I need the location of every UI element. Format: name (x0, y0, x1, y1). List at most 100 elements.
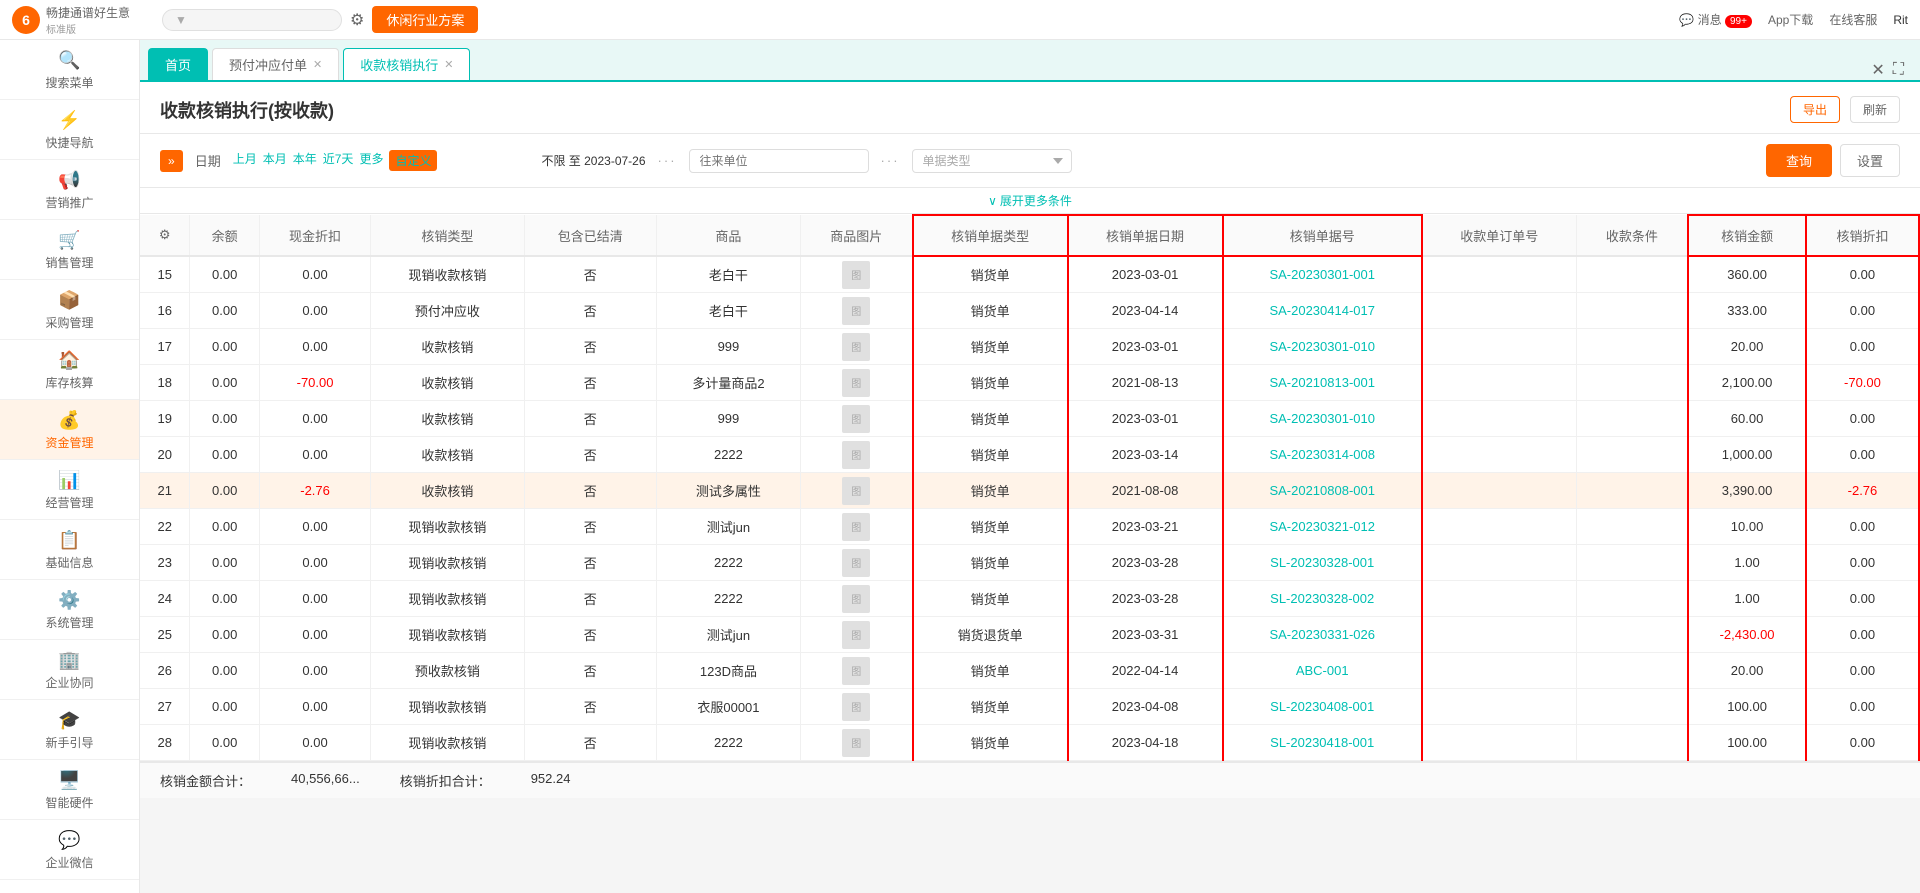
td-verify-bill-no[interactable]: SA-20230301-010 (1223, 401, 1422, 437)
footer-verify-discount-label: 核销折扣合计： (400, 771, 491, 790)
th-verify-discount: 核销折扣 (1806, 215, 1919, 256)
td-verify-bill-no[interactable]: SL-20230408-001 (1223, 689, 1422, 725)
td-include-cleared: 否 (524, 581, 656, 617)
td-verify-type: 现销收款核销 (371, 581, 524, 617)
td-verify-bill-date: 2023-03-21 (1068, 509, 1223, 545)
td-no: 18 (140, 365, 190, 401)
td-no: 27 (140, 689, 190, 725)
tab-prepay-close[interactable]: ✕ (313, 58, 322, 71)
td-verify-bill-no[interactable]: SL-20230328-001 (1223, 545, 1422, 581)
td-no: 17 (140, 329, 190, 365)
td-verify-bill-no[interactable]: SA-20230414-017 (1223, 293, 1422, 329)
td-receipt-condition (1576, 653, 1688, 689)
sidebar-label-search: 搜索菜单 (45, 74, 93, 91)
settings-button[interactable]: 设置 (1840, 144, 1900, 177)
expand-more-button[interactable]: ∨ 展开更多条件 (140, 188, 1920, 213)
filter-last-month[interactable]: 上月 (233, 150, 257, 171)
td-verify-bill-date: 2023-03-01 (1068, 329, 1223, 365)
td-cash-discount: 0.00 (259, 617, 370, 653)
td-verify-bill-no[interactable]: ABC-001 (1223, 653, 1422, 689)
sidebar-item-purchase[interactable]: 📦 采购管理 (0, 280, 139, 340)
tab-receipt-close[interactable]: ✕ (444, 58, 453, 71)
td-no: 26 (140, 653, 190, 689)
from-unit-input[interactable] (689, 149, 869, 173)
td-receipt-order-no (1422, 545, 1576, 581)
tab-receipt[interactable]: 收款核销执行 ✕ (343, 48, 470, 80)
sidebar-item-search[interactable]: 🔍 搜索菜单 (0, 40, 139, 100)
th-verify-type: 核销类型 (371, 215, 524, 256)
td-verify-bill-date: 2023-03-31 (1068, 617, 1223, 653)
tab-home[interactable]: 首页 (148, 48, 208, 80)
sidebar-item-hardware[interactable]: 🖥️ 智能硬件 (0, 760, 139, 820)
td-goods: 测试jun (656, 509, 800, 545)
inventory-icon: 🏠 (58, 350, 80, 371)
td-verify-bill-no[interactable]: SA-20230331-026 (1223, 617, 1422, 653)
filter-more[interactable]: 更多 (359, 150, 383, 171)
filter-this-year[interactable]: 本年 (293, 150, 317, 171)
online-service-link[interactable]: 在线客服 (1829, 11, 1877, 28)
filter-custom-label[interactable]: 自定义 (389, 150, 437, 171)
export-button[interactable]: 导出 (1790, 96, 1840, 123)
sidebar-item-funds[interactable]: 💰 资金管理 (0, 400, 139, 460)
sidebar-item-quick-nav[interactable]: ⚡ 快捷导航 (0, 100, 139, 160)
td-verify-amount: 20.00 (1688, 329, 1806, 365)
filter-this-month[interactable]: 本月 (263, 150, 287, 171)
td-goods-img: 图 (800, 256, 912, 293)
td-verify-amount: 20.00 (1688, 653, 1806, 689)
td-verify-bill-type: 销货单 (913, 509, 1068, 545)
table-container: ⚙ 余额 现金折扣 核销类型 包含已结清 商品 商品图片 核销单据类型 核销单据… (140, 214, 1920, 798)
td-no: 28 (140, 725, 190, 761)
td-verify-bill-no[interactable]: SA-20210808-001 (1223, 473, 1422, 509)
td-verify-discount: 0.00 (1806, 725, 1919, 761)
td-verify-bill-no[interactable]: SA-20230301-010 (1223, 329, 1422, 365)
td-verify-bill-no[interactable]: SA-20230321-012 (1223, 509, 1422, 545)
tab-expand-icon[interactable]: ⛶ (1893, 61, 1904, 79)
sidebar-item-wechat[interactable]: 💬 企业微信 (0, 820, 139, 880)
td-receipt-order-no (1422, 653, 1576, 689)
td-verify-bill-no[interactable]: SA-20210813-001 (1223, 365, 1422, 401)
filter-7days[interactable]: 近7天 (323, 150, 354, 171)
single-type-select[interactable]: 单据类型 (912, 149, 1072, 173)
td-verify-bill-no[interactable]: SL-20230418-001 (1223, 725, 1422, 761)
query-button[interactable]: 查询 (1766, 144, 1832, 177)
filter-query-area: 查询 设置 (1766, 144, 1900, 177)
td-verify-bill-no[interactable]: SL-20230328-002 (1223, 581, 1422, 617)
th-goods: 商品 (656, 215, 800, 256)
sidebar-item-guide[interactable]: 🎓 新手引导 (0, 700, 139, 760)
table-row: 18 0.00 -70.00 收款核销 否 多计量商品2 图 销货单 2021-… (140, 365, 1919, 401)
td-verify-type: 现销收款核销 (371, 689, 524, 725)
td-cash-discount: 0.00 (259, 545, 370, 581)
th-settings[interactable]: ⚙ (140, 215, 190, 256)
app-download-link[interactable]: App下载 (1768, 11, 1813, 28)
td-verify-bill-no[interactable]: SA-20230314-008 (1223, 437, 1422, 473)
solution-button[interactable]: 休闲行业方案 (372, 6, 478, 33)
refresh-button[interactable]: 刷新 (1850, 96, 1900, 123)
brand-area: 6 畅捷通谱好生意 标准版 (12, 4, 152, 36)
sidebar-item-operations[interactable]: 📊 经营管理 (0, 460, 139, 520)
sidebar-item-inventory[interactable]: 🏠 库存核算 (0, 340, 139, 400)
sidebar-item-member[interactable]: V 畅会员 (0, 880, 139, 893)
filter-toggle-button[interactable]: » (160, 150, 183, 172)
td-verify-bill-no[interactable]: SA-20230301-001 (1223, 256, 1422, 293)
expand-bar: ∨ 展开更多条件 (140, 188, 1920, 214)
td-verify-bill-type: 销货单 (913, 545, 1068, 581)
td-balance: 0.00 (190, 581, 259, 617)
system-icon: ⚙️ (58, 590, 80, 611)
td-balance: 0.00 (190, 401, 259, 437)
td-goods: 老白干 (656, 293, 800, 329)
sidebar-item-base-info[interactable]: 📋 基础信息 (0, 520, 139, 580)
gear-icon[interactable]: ⚙ (350, 10, 364, 30)
brand-sub: 标准版 (46, 21, 130, 36)
sidebar-item-system[interactable]: ⚙️ 系统管理 (0, 580, 139, 640)
sidebar-item-sales[interactable]: 🛒 销售管理 (0, 220, 139, 280)
sidebar-item-enterprise[interactable]: 🏢 企业协同 (0, 640, 139, 700)
message-icon[interactable]: 💬 消息 99+ (1679, 11, 1752, 28)
tab-close-icon[interactable]: ✕ (1871, 60, 1884, 80)
th-verify-bill-date: 核销单据日期 (1068, 215, 1223, 256)
td-verify-discount: 0.00 (1806, 509, 1919, 545)
sidebar-item-marketing[interactable]: 📢 营销推广 (0, 160, 139, 220)
settings-gear-icon[interactable]: ⚙ (159, 227, 171, 242)
tab-prepay[interactable]: 预付冲应付单 ✕ (212, 48, 339, 80)
user-name: Rit (1893, 13, 1908, 27)
td-include-cleared: 否 (524, 329, 656, 365)
